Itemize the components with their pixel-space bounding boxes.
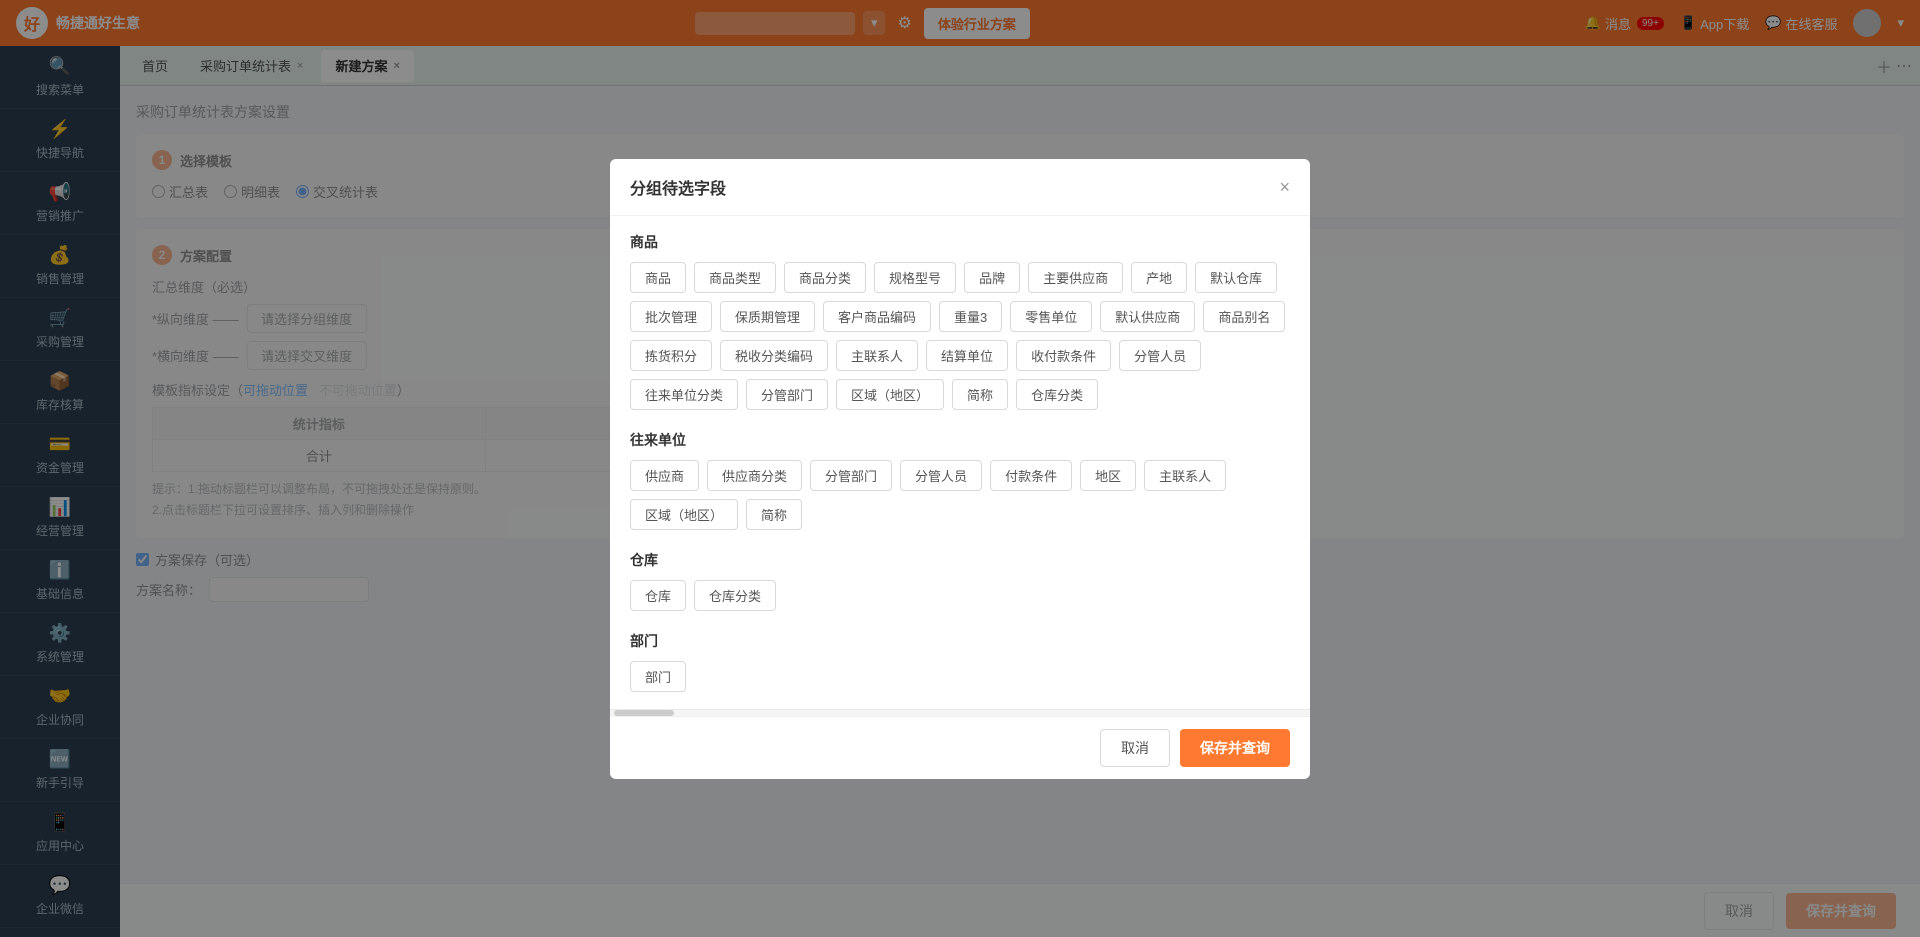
field-tag-payment-terms[interactable]: 收付款条件 bbox=[1016, 340, 1111, 371]
warehouse-field-tags: 仓库 仓库分类 bbox=[630, 580, 1290, 611]
modal-footer: 取消 保存并查询 bbox=[610, 716, 1310, 779]
field-tag-goods[interactable]: 商品 bbox=[630, 262, 686, 293]
dept-field-tags: 部门 bbox=[630, 661, 1290, 692]
field-tag-dept-manager[interactable]: 分管人员 bbox=[1119, 340, 1201, 371]
section-dept: 部门 部门 bbox=[630, 631, 1290, 692]
field-tag-area[interactable]: 地区 bbox=[1080, 460, 1136, 491]
field-tag-retail-unit[interactable]: 零售单位 bbox=[1010, 301, 1092, 332]
field-tag-partner-dept[interactable]: 分管部门 bbox=[810, 460, 892, 491]
modal-cancel-btn[interactable]: 取消 bbox=[1100, 729, 1170, 767]
goods-field-tags: 商品 商品类型 商品分类 规格型号 品牌 主要供应商 产地 默认仓库 批次管理 … bbox=[630, 262, 1290, 410]
modal-body[interactable]: 商品 商品 商品类型 商品分类 规格型号 品牌 主要供应商 产地 默认仓库 批次… bbox=[610, 216, 1310, 709]
field-tag-main-supplier[interactable]: 主要供应商 bbox=[1028, 262, 1123, 293]
section-goods: 商品 商品 商品类型 商品分类 规格型号 品牌 主要供应商 产地 默认仓库 批次… bbox=[630, 232, 1290, 410]
section-warehouse: 仓库 仓库 仓库分类 bbox=[630, 550, 1290, 611]
field-tag-partner-manager[interactable]: 分管人员 bbox=[900, 460, 982, 491]
field-tag-dept-manage[interactable]: 分管部门 bbox=[746, 379, 828, 410]
modal-save-btn[interactable]: 保存并查询 bbox=[1180, 729, 1290, 767]
field-tag-wh[interactable]: 仓库 bbox=[630, 580, 686, 611]
modal-header: 分组待选字段 × bbox=[610, 159, 1310, 216]
field-tag-dept[interactable]: 部门 bbox=[630, 661, 686, 692]
field-tag-alias[interactable]: 商品别名 bbox=[1203, 301, 1285, 332]
field-tag-settlement-unit[interactable]: 结算单位 bbox=[926, 340, 1008, 371]
field-tag-customer-code[interactable]: 客户商品编码 bbox=[823, 301, 931, 332]
field-tag-weight[interactable]: 重量3 bbox=[939, 301, 1002, 332]
field-tag-batch[interactable]: 批次管理 bbox=[630, 301, 712, 332]
field-tag-tax-code[interactable]: 税收分类编码 bbox=[720, 340, 828, 371]
field-tag-region2[interactable]: 区域（地区） bbox=[630, 499, 738, 530]
field-tag-warehouse-cat[interactable]: 仓库分类 bbox=[1016, 379, 1098, 410]
field-tag-region[interactable]: 区域（地区） bbox=[836, 379, 944, 410]
field-tag-pick-score[interactable]: 拣货积分 bbox=[630, 340, 712, 371]
field-tag-supplier[interactable]: 供应商 bbox=[630, 460, 699, 491]
field-tag-origin[interactable]: 产地 bbox=[1131, 262, 1187, 293]
field-tag-default-supplier[interactable]: 默认供应商 bbox=[1100, 301, 1195, 332]
field-tag-supplier-cat[interactable]: 供应商分类 bbox=[707, 460, 802, 491]
field-tag-contact[interactable]: 主联系人 bbox=[1144, 460, 1226, 491]
field-tag-default-warehouse[interactable]: 默认仓库 bbox=[1195, 262, 1277, 293]
modal-dialog: 分组待选字段 × 商品 商品 商品类型 商品分类 规格型号 品牌 主要供应商 产… bbox=[610, 159, 1310, 779]
partner-field-tags: 供应商 供应商分类 分管部门 分管人员 付款条件 地区 主联系人 区域（地区） … bbox=[630, 460, 1290, 530]
modal-title: 分组待选字段 bbox=[630, 175, 726, 199]
field-tag-main-contact[interactable]: 主联系人 bbox=[836, 340, 918, 371]
field-tag-expiry[interactable]: 保质期管理 bbox=[720, 301, 815, 332]
section-partner-title: 往来单位 bbox=[630, 430, 1290, 450]
field-tag-brand[interactable]: 品牌 bbox=[964, 262, 1020, 293]
field-tag-short2[interactable]: 简称 bbox=[746, 499, 802, 530]
modal-overlay: 分组待选字段 × 商品 商品 商品类型 商品分类 规格型号 品牌 主要供应商 产… bbox=[0, 0, 1920, 937]
section-dept-title: 部门 bbox=[630, 631, 1290, 651]
field-tag-payment-cond[interactable]: 付款条件 bbox=[990, 460, 1072, 491]
section-warehouse-title: 仓库 bbox=[630, 550, 1290, 570]
section-partner: 往来单位 供应商 供应商分类 分管部门 分管人员 付款条件 地区 主联系人 区域… bbox=[630, 430, 1290, 530]
field-tag-short-name[interactable]: 简称 bbox=[952, 379, 1008, 410]
modal-close-btn[interactable]: × bbox=[1279, 178, 1290, 196]
modal-h-scrollbar[interactable] bbox=[610, 709, 1310, 716]
field-tag-partner-cat[interactable]: 往来单位分类 bbox=[630, 379, 738, 410]
section-goods-title: 商品 bbox=[630, 232, 1290, 252]
field-tag-goods-cat[interactable]: 商品分类 bbox=[784, 262, 866, 293]
field-tag-wh-cat[interactable]: 仓库分类 bbox=[694, 580, 776, 611]
field-tag-goods-type[interactable]: 商品类型 bbox=[694, 262, 776, 293]
field-tag-spec[interactable]: 规格型号 bbox=[874, 262, 956, 293]
